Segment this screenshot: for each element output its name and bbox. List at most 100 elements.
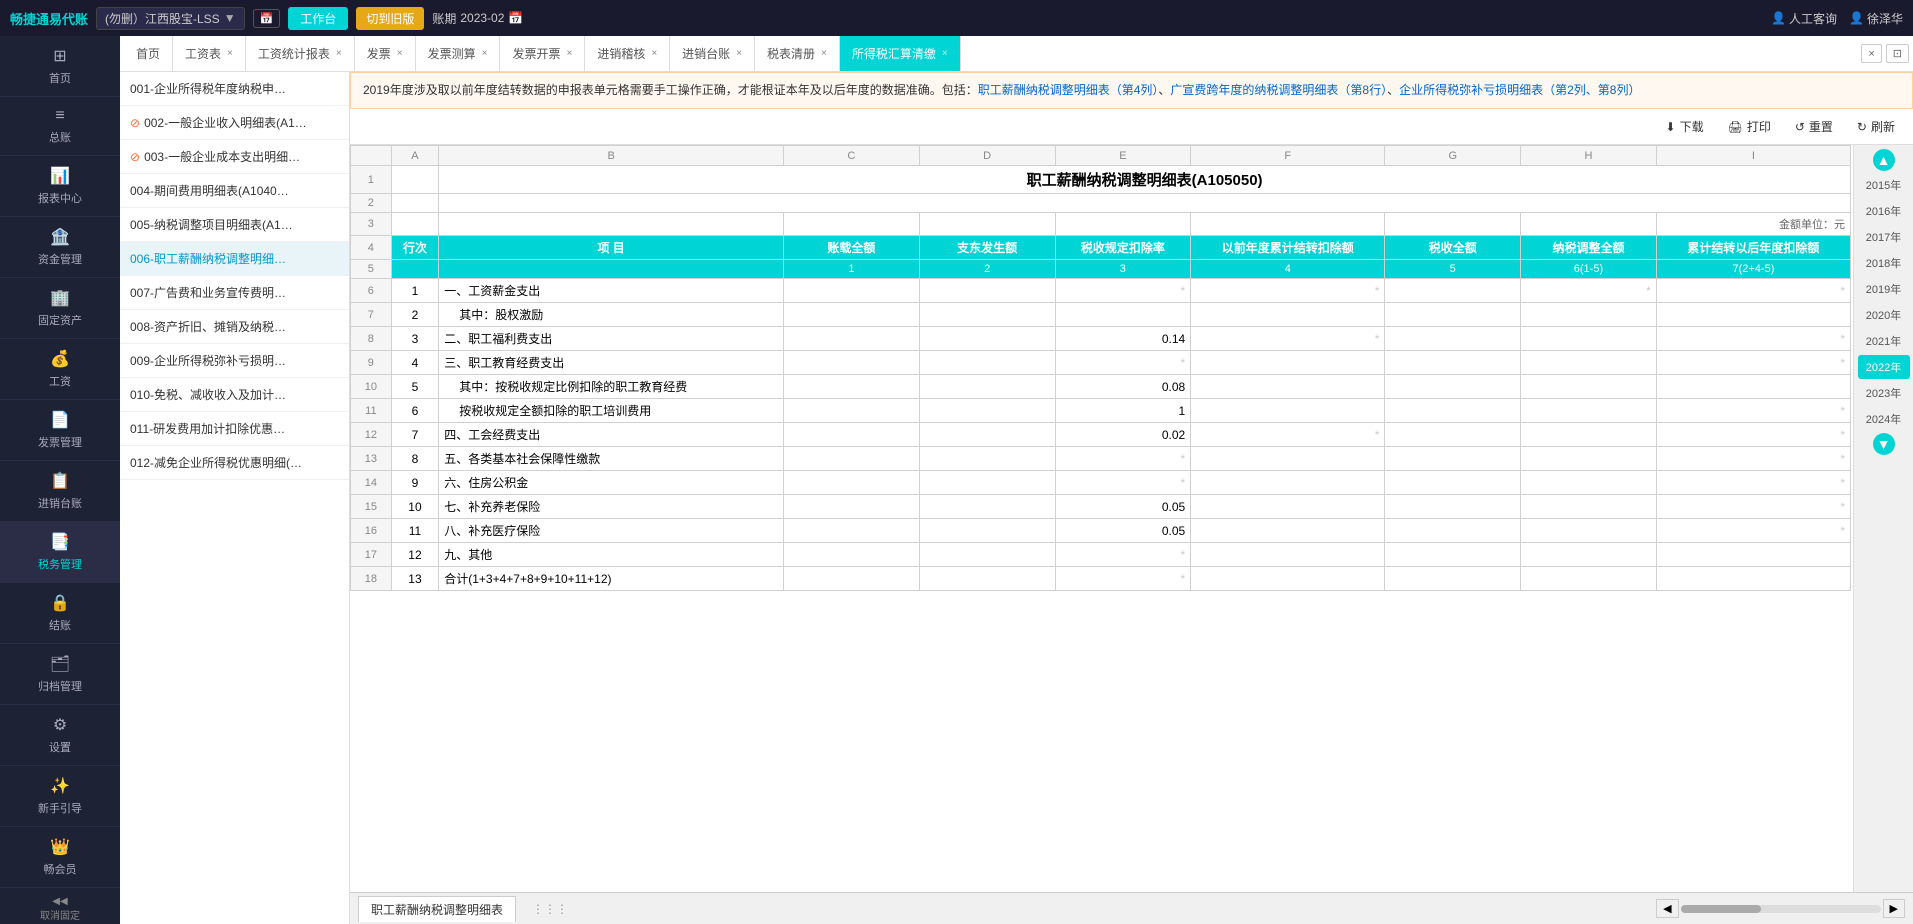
year-item-2021[interactable]: 2021年 xyxy=(1858,329,1910,353)
cancel-fixed-btn[interactable]: ◀◀ 取消固定 xyxy=(0,888,120,924)
print-btn[interactable]: 🖨 打印 xyxy=(1722,115,1777,138)
spreadsheet-table: A B C D E F G H I xyxy=(350,145,1851,591)
year-scroll-down-btn[interactable]: ▼ xyxy=(1873,433,1895,455)
col-tax-rate-header: 税收规定扣除率 xyxy=(1055,236,1191,260)
sidebar-label-vip: 畅会员 xyxy=(44,861,77,877)
warn-icon-002: ⊘ xyxy=(130,116,140,130)
form-item-002[interactable]: ⊘002-一般企业收入明细表(A1… xyxy=(120,106,349,140)
sidebar-label-gl: 总账 xyxy=(49,129,71,145)
form-item-007[interactable]: 007-广告费和业务宣传费明… xyxy=(120,276,349,310)
sidebar-item-tax-mgmt[interactable]: 📑 税务管理 xyxy=(0,522,120,583)
sidebar-item-new-guide[interactable]: ✨ 新手引导 xyxy=(0,766,120,827)
print-icon: 🖨 xyxy=(1728,120,1743,134)
form-item-001[interactable]: 001-企业所得税年度纳税申… xyxy=(120,72,349,106)
sidebar-item-assets-mgmt[interactable]: 🏦 资金管理 xyxy=(0,217,120,278)
reset-btn[interactable]: ↺ 重置 xyxy=(1789,115,1839,138)
year-item-2022[interactable]: 2022年 xyxy=(1858,355,1910,379)
col-prior-carry-header: 以前年度累计结转扣除额 xyxy=(1191,236,1385,260)
table-row: 14 9 六、住房公积金 * * xyxy=(351,471,1851,495)
form-item-008[interactable]: 008-资产折旧、摊销及纳税… xyxy=(120,310,349,344)
sidebar-item-invoice-mgmt[interactable]: 📄 发票管理 xyxy=(0,400,120,461)
sidebar-item-payroll[interactable]: 💰 工资 xyxy=(0,339,120,400)
sidebar-item-home[interactable]: ⊞ 首页 xyxy=(0,36,120,97)
form-item-003[interactable]: ⊘003-一般企业成本支出明细… xyxy=(120,140,349,174)
company-selector[interactable]: (勿删）江西股宝-LSS ▼ xyxy=(96,7,245,30)
sidebar: ⊞ 首页 ≡ 总账 📊 报表中心 🏦 资金管理 🏢 固定资产 💰 工资 xyxy=(0,36,120,924)
switch-btn[interactable]: 切到旧版 xyxy=(356,7,424,30)
sheet-options-btn[interactable]: ⋮⋮⋮ xyxy=(532,902,568,916)
reports-icon: 📊 xyxy=(50,166,70,186)
year-item-2015[interactable]: 2015年 xyxy=(1858,173,1910,197)
sidebar-item-general-ledger[interactable]: ≡ 总账 xyxy=(0,97,120,156)
support-btn[interactable]: 👤 人工客询 xyxy=(1771,10,1837,27)
close-sales-check-tab[interactable]: × xyxy=(651,48,657,59)
form-item-004[interactable]: 004-期间费用明细表(A1040… xyxy=(120,174,349,208)
user-btn[interactable]: 👤 徐泽华 xyxy=(1849,10,1903,27)
calendar-icon-btn[interactable]: 📅 xyxy=(253,9,281,28)
form-item-006[interactable]: 006-职工薪酬纳税调整明细… xyxy=(120,242,349,276)
close-payroll-tab[interactable]: × xyxy=(227,48,233,59)
year-item-2016[interactable]: 2016年 xyxy=(1858,199,1910,223)
tab-sales-check[interactable]: 进销稽核× xyxy=(585,36,670,72)
sidebar-item-sales-ledger[interactable]: 📋 进销台账 xyxy=(0,461,120,522)
sub-header-7: 7(2+4-5) xyxy=(1656,260,1850,279)
close-invoice-tab[interactable]: × xyxy=(397,48,403,59)
year-item-2019[interactable]: 2019年 xyxy=(1858,277,1910,301)
tab-payroll-report[interactable]: 工资统计报表× xyxy=(246,36,355,72)
scroll-right-btn[interactable]: ▶ xyxy=(1883,899,1905,918)
close-invoice-open-tab[interactable]: × xyxy=(566,48,572,59)
sidebar-item-settings[interactable]: ⚙ 设置 xyxy=(0,705,120,766)
table-row: 12 7 四、工会经费支出 0.02 * * xyxy=(351,423,1851,447)
sidebar-item-vip[interactable]: 👑 畅会员 xyxy=(0,827,120,888)
form-item-011[interactable]: 011-研发费用加计扣除优惠… xyxy=(120,412,349,446)
form-item-010[interactable]: 010-免税、减收收入及加计… xyxy=(120,378,349,412)
col-header-D: D xyxy=(919,146,1055,166)
tab-close-all-btn[interactable]: × xyxy=(1861,44,1881,63)
close-income-tax-tab[interactable]: × xyxy=(942,48,948,59)
sidebar-item-fixed-assets[interactable]: 🏢 固定资产 xyxy=(0,278,120,339)
tab-income-tax[interactable]: 所得税汇算清缴× xyxy=(840,36,961,72)
warning-bar: 2019年度涉及取以前年度结转数据的申报表单元格需要手工操作正确，才能根证本年及… xyxy=(350,72,1913,109)
close-payroll-report-tab[interactable]: × xyxy=(336,48,342,59)
tab-invoice[interactable]: 发票× xyxy=(355,36,416,72)
year-item-2018[interactable]: 2018年 xyxy=(1858,251,1910,275)
scroll-left-btn[interactable]: ◀ xyxy=(1656,899,1678,918)
sidebar-label-invoice: 发票管理 xyxy=(38,434,82,450)
close-sales-ledger-tab[interactable]: × xyxy=(736,48,742,59)
year-item-2020[interactable]: 2020年 xyxy=(1858,303,1910,327)
download-btn[interactable]: ⬇ 下载 xyxy=(1660,115,1710,138)
col-future-carry-header: 累计结转以后年度扣除额 xyxy=(1656,236,1850,260)
col-book-amount-header: 账载全额 xyxy=(784,236,920,260)
sidebar-item-closing[interactable]: 🔒 结账 xyxy=(0,583,120,644)
table-row: 18 13 合计(1+3+4+7+8+9+10+11+12) * xyxy=(351,567,1851,591)
form-item-005[interactable]: 005-纳税调整项目明细表(A1… xyxy=(120,208,349,242)
tab-payroll[interactable]: 工资表× xyxy=(173,36,246,72)
form-item-012[interactable]: 012-减免企业所得税优惠明细(… xyxy=(120,446,349,480)
year-item-2023[interactable]: 2023年 xyxy=(1858,381,1910,405)
tab-invoice-calc[interactable]: 发票测算× xyxy=(416,36,501,72)
year-item-2024[interactable]: 2024年 xyxy=(1858,407,1910,431)
year-scroll: ▲ 2015年 2016年 2017年 2018年 2019年 2020年 20… xyxy=(1853,145,1913,892)
closing-icon: 🔒 xyxy=(50,593,70,613)
close-tax-clear-tab[interactable]: × xyxy=(821,48,827,59)
year-item-2017[interactable]: 2017年 xyxy=(1858,225,1910,249)
tab-invoice-open[interactable]: 发票开票× xyxy=(500,36,585,72)
table-row: 6 1 一、工资薪金支出 * * * * xyxy=(351,279,1851,303)
sidebar-label-home: 首页 xyxy=(49,70,71,86)
table-row: 11 6 按税收规定全额扣除的职工培训费用 1 * xyxy=(351,399,1851,423)
workbench-btn[interactable]: 工作台 xyxy=(288,7,348,30)
tab-maximize-btn[interactable]: ⊡ xyxy=(1886,44,1909,63)
sidebar-item-archive[interactable]: 🗂 归档管理 xyxy=(0,644,120,705)
sidebar-label-settings: 设置 xyxy=(49,739,71,755)
sidebar-item-reports[interactable]: 📊 报表中心 xyxy=(0,156,120,217)
settings-icon: ⚙ xyxy=(53,715,67,735)
tab-sales-ledger[interactable]: 进销台账× xyxy=(670,36,755,72)
close-invoice-calc-tab[interactable]: × xyxy=(482,48,488,59)
refresh-btn[interactable]: ↻ 刷新 xyxy=(1851,115,1901,138)
app-logo: 畅捷通易代账 xyxy=(10,9,88,28)
tab-home[interactable]: 首页 xyxy=(124,36,173,72)
year-scroll-up-btn[interactable]: ▲ xyxy=(1873,149,1895,171)
bottom-sheet-tab[interactable]: 职工薪酬纳税调整明细表 xyxy=(358,896,516,922)
tab-tax-clear[interactable]: 税表清册× xyxy=(755,36,840,72)
form-item-009[interactable]: 009-企业所得税弥补亏损明… xyxy=(120,344,349,378)
